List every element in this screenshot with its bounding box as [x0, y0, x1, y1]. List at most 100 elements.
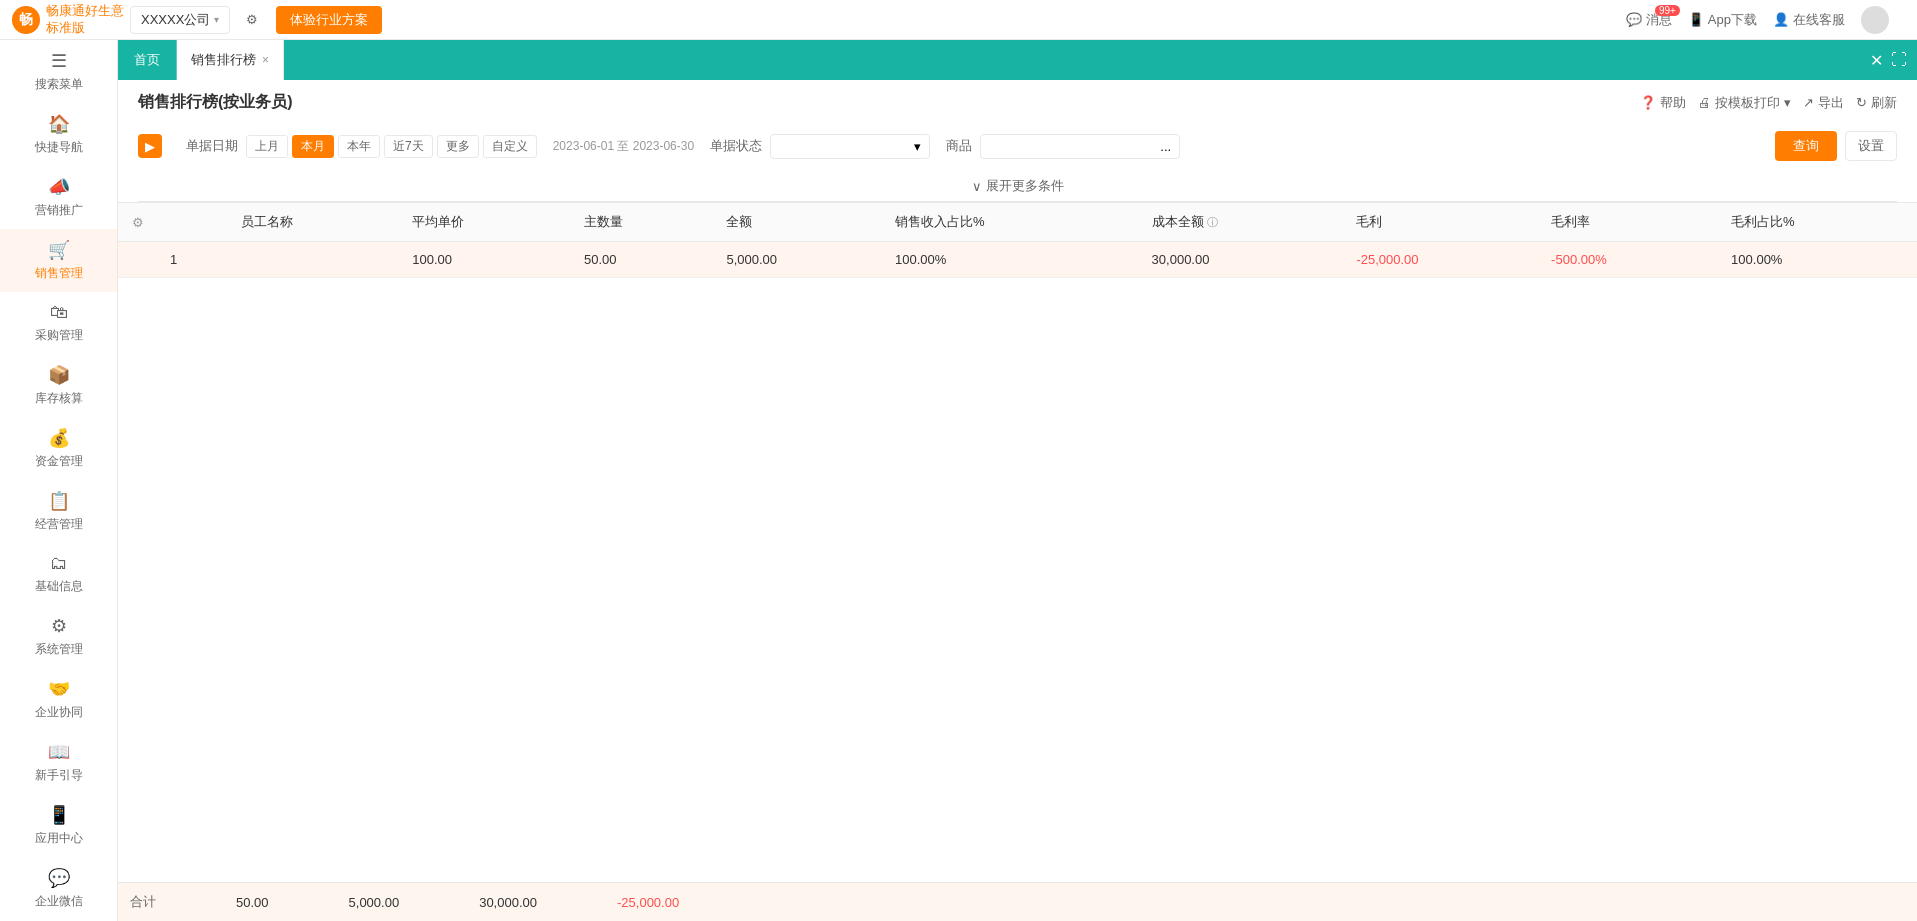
footer-gross-profit: -25,000.00: [617, 895, 679, 910]
page-header: 销售排行榜(按业务员) ❓ 帮助 🖨 按模板打印 ▾ ↗: [118, 80, 1917, 203]
td-avg-price: 100.00: [400, 242, 572, 278]
goods-more-icon: ...: [1160, 139, 1171, 154]
th-qty: 主数量: [572, 203, 714, 242]
status-select[interactable]: ▾: [770, 134, 930, 159]
tab-home[interactable]: 首页: [118, 40, 177, 80]
date-filter-group: 单据日期 上月 本月 本年 近7天 更多 自定义: [186, 135, 537, 158]
tab-close-icon[interactable]: ×: [262, 53, 269, 67]
data-table: ⚙ 员工名称 平均单价 主数量 全额 销售收入占比% 成本全额 ⓘ 毛利: [118, 203, 1917, 278]
sidebar-item-sales[interactable]: 🛒 销售管理: [0, 229, 117, 292]
template-print-label: 按模板打印: [1715, 94, 1780, 112]
template-print-button[interactable]: 🖨 按模板打印 ▾: [1698, 94, 1791, 112]
expand-label: 展开更多条件: [986, 177, 1064, 195]
expand-row: ∨ 展开更多条件: [138, 171, 1897, 202]
td-gross-profit: -25,000.00: [1344, 242, 1539, 278]
td-amount: 5,000.00: [714, 242, 883, 278]
sidebar-item-system[interactable]: ⚙ 系统管理: [0, 605, 117, 668]
date-range-display: 2023-06-01 至 2023-06-30: [553, 138, 694, 155]
inventory-icon: 📦: [48, 364, 70, 386]
date-btn-this-year[interactable]: 本年: [338, 135, 380, 158]
topbar-right: 💬 消息 99+ 📱 App下载 👤 在线客服: [1626, 6, 1905, 34]
goods-input[interactable]: ...: [980, 134, 1180, 159]
sidebar-item-guide[interactable]: 📖 新手引导: [0, 731, 117, 794]
sidebar-item-enterprise-wechat[interactable]: 💬 企业微信: [0, 857, 117, 920]
online-service-button[interactable]: 👤 在线客服: [1773, 11, 1845, 29]
sidebar-item-operations[interactable]: 📋 经营管理: [0, 480, 117, 543]
expand-button[interactable]: ∨ 展开更多条件: [972, 177, 1064, 195]
sidebar-item-search-order[interactable]: ☰ 搜索菜单: [0, 40, 117, 103]
column-settings-button[interactable]: 设置: [1845, 131, 1897, 161]
tab-home-label: 首页: [134, 51, 160, 69]
sidebar-item-quick-nav[interactable]: 🏠 快捷导航: [0, 103, 117, 166]
finance-icon: 💰: [48, 427, 70, 449]
sidebar-item-enterprise-collab[interactable]: 🤝 企业协同: [0, 668, 117, 731]
export-button[interactable]: ↗ 导出: [1803, 94, 1844, 112]
refresh-button[interactable]: ↻ 刷新: [1856, 94, 1897, 112]
wechat-icon: 💬: [48, 867, 70, 889]
app-download-button[interactable]: 📱 App下载: [1688, 11, 1757, 29]
sidebar-item-label: 基础信息: [35, 578, 83, 595]
quick-filter-arrow[interactable]: ▶: [138, 134, 162, 158]
tab-sales-ranking[interactable]: 销售排行榜 ×: [177, 40, 284, 80]
help-button[interactable]: ❓ 帮助: [1640, 94, 1686, 112]
trial-button[interactable]: 体验行业方案: [276, 6, 382, 34]
cost-info-icon[interactable]: ⓘ: [1207, 216, 1218, 228]
th-sales-ratio: 销售收入占比%: [883, 203, 1140, 242]
sidebar-item-label: 企业微信: [35, 893, 83, 910]
date-btn-custom[interactable]: 自定义: [483, 135, 537, 158]
sidebar-item-purchase[interactable]: 🛍 采购管理: [0, 292, 117, 354]
avatar[interactable]: [1861, 6, 1889, 34]
table-container: ⚙ 员工名称 平均单价 主数量 全额 销售收入占比% 成本全额 ⓘ 毛利: [118, 203, 1917, 882]
expand-icon: ∨: [972, 179, 982, 194]
sidebar-item-basic-info[interactable]: 🗂 基础信息: [0, 543, 117, 605]
date-btn-last-month[interactable]: 上月: [246, 135, 288, 158]
logo-text: 畅康通好生意 标准版: [46, 3, 124, 37]
sidebar-item-label: 采购管理: [35, 327, 83, 344]
status-filter-label: 单据状态: [710, 137, 762, 155]
status-dropdown-icon: ▾: [914, 139, 921, 154]
date-btn-more[interactable]: 更多: [437, 135, 479, 158]
th-settings[interactable]: ⚙: [118, 203, 158, 242]
query-button[interactable]: 查询: [1775, 131, 1837, 161]
window-expand-icon[interactable]: ⛶: [1891, 51, 1907, 69]
message-button[interactable]: 💬 消息 99+: [1626, 11, 1672, 29]
sidebar-item-finance[interactable]: 💰 资金管理: [0, 417, 117, 480]
page-title: 销售排行榜(按业务员): [138, 92, 293, 113]
th-amount: 全额: [714, 203, 883, 242]
purchase-icon: 🛍: [50, 302, 68, 323]
status-filter-group: 单据状态 ▾: [710, 134, 930, 159]
sidebar-item-label: 系统管理: [35, 641, 83, 658]
td-sales-ratio: 100.00%: [883, 242, 1140, 278]
company-selector[interactable]: XXXXX公司 ▾: [130, 6, 230, 34]
filter-bar: ▶ 单据日期 上月 本月 本年 近7天 更多 自定义: [138, 121, 1897, 171]
logo-icon: 畅: [12, 6, 40, 34]
sidebar-item-label: 应用中心: [35, 830, 83, 847]
app-center-icon: 📱: [48, 804, 70, 826]
th-rank: [158, 203, 229, 242]
td-qty: 50.00: [572, 242, 714, 278]
date-btn-7days[interactable]: 近7天: [384, 135, 433, 158]
topbar-settings-icon[interactable]: ⚙: [238, 6, 266, 34]
sidebar-item-app-center[interactable]: 📱 应用中心: [0, 794, 117, 857]
app-label: App下载: [1708, 11, 1757, 29]
td-gross-rate: -500.00%: [1539, 242, 1719, 278]
sidebar-item-inventory[interactable]: 📦 库存核算: [0, 354, 117, 417]
window-close-icon[interactable]: ✕: [1870, 51, 1883, 70]
basic-info-icon: 🗂: [50, 553, 68, 574]
refresh-label: 刷新: [1871, 94, 1897, 112]
search-order-icon: ☰: [51, 50, 67, 72]
company-name: XXXXX公司: [141, 11, 210, 29]
date-range-group: 2023-06-01 至 2023-06-30: [553, 138, 694, 155]
date-btn-this-month[interactable]: 本月: [292, 135, 334, 158]
footer-qty: 50.00: [236, 895, 269, 910]
tab-bar-right: ✕ ⛶: [1870, 51, 1917, 70]
page-title-row: 销售排行榜(按业务员) ❓ 帮助 🖨 按模板打印 ▾ ↗: [138, 92, 1897, 121]
sidebar-item-marketing[interactable]: 📣 营销推广: [0, 166, 117, 229]
company-dropdown-icon: ▾: [214, 14, 219, 25]
date-filter-label: 单据日期: [186, 137, 238, 155]
th-avg-price: 平均单价: [400, 203, 572, 242]
collab-icon: 🤝: [48, 678, 70, 700]
th-name: 员工名称: [229, 203, 401, 242]
tab-bar: 首页 销售排行榜 × ✕ ⛶: [118, 40, 1917, 80]
print-dropdown-icon: ▾: [1784, 95, 1791, 110]
